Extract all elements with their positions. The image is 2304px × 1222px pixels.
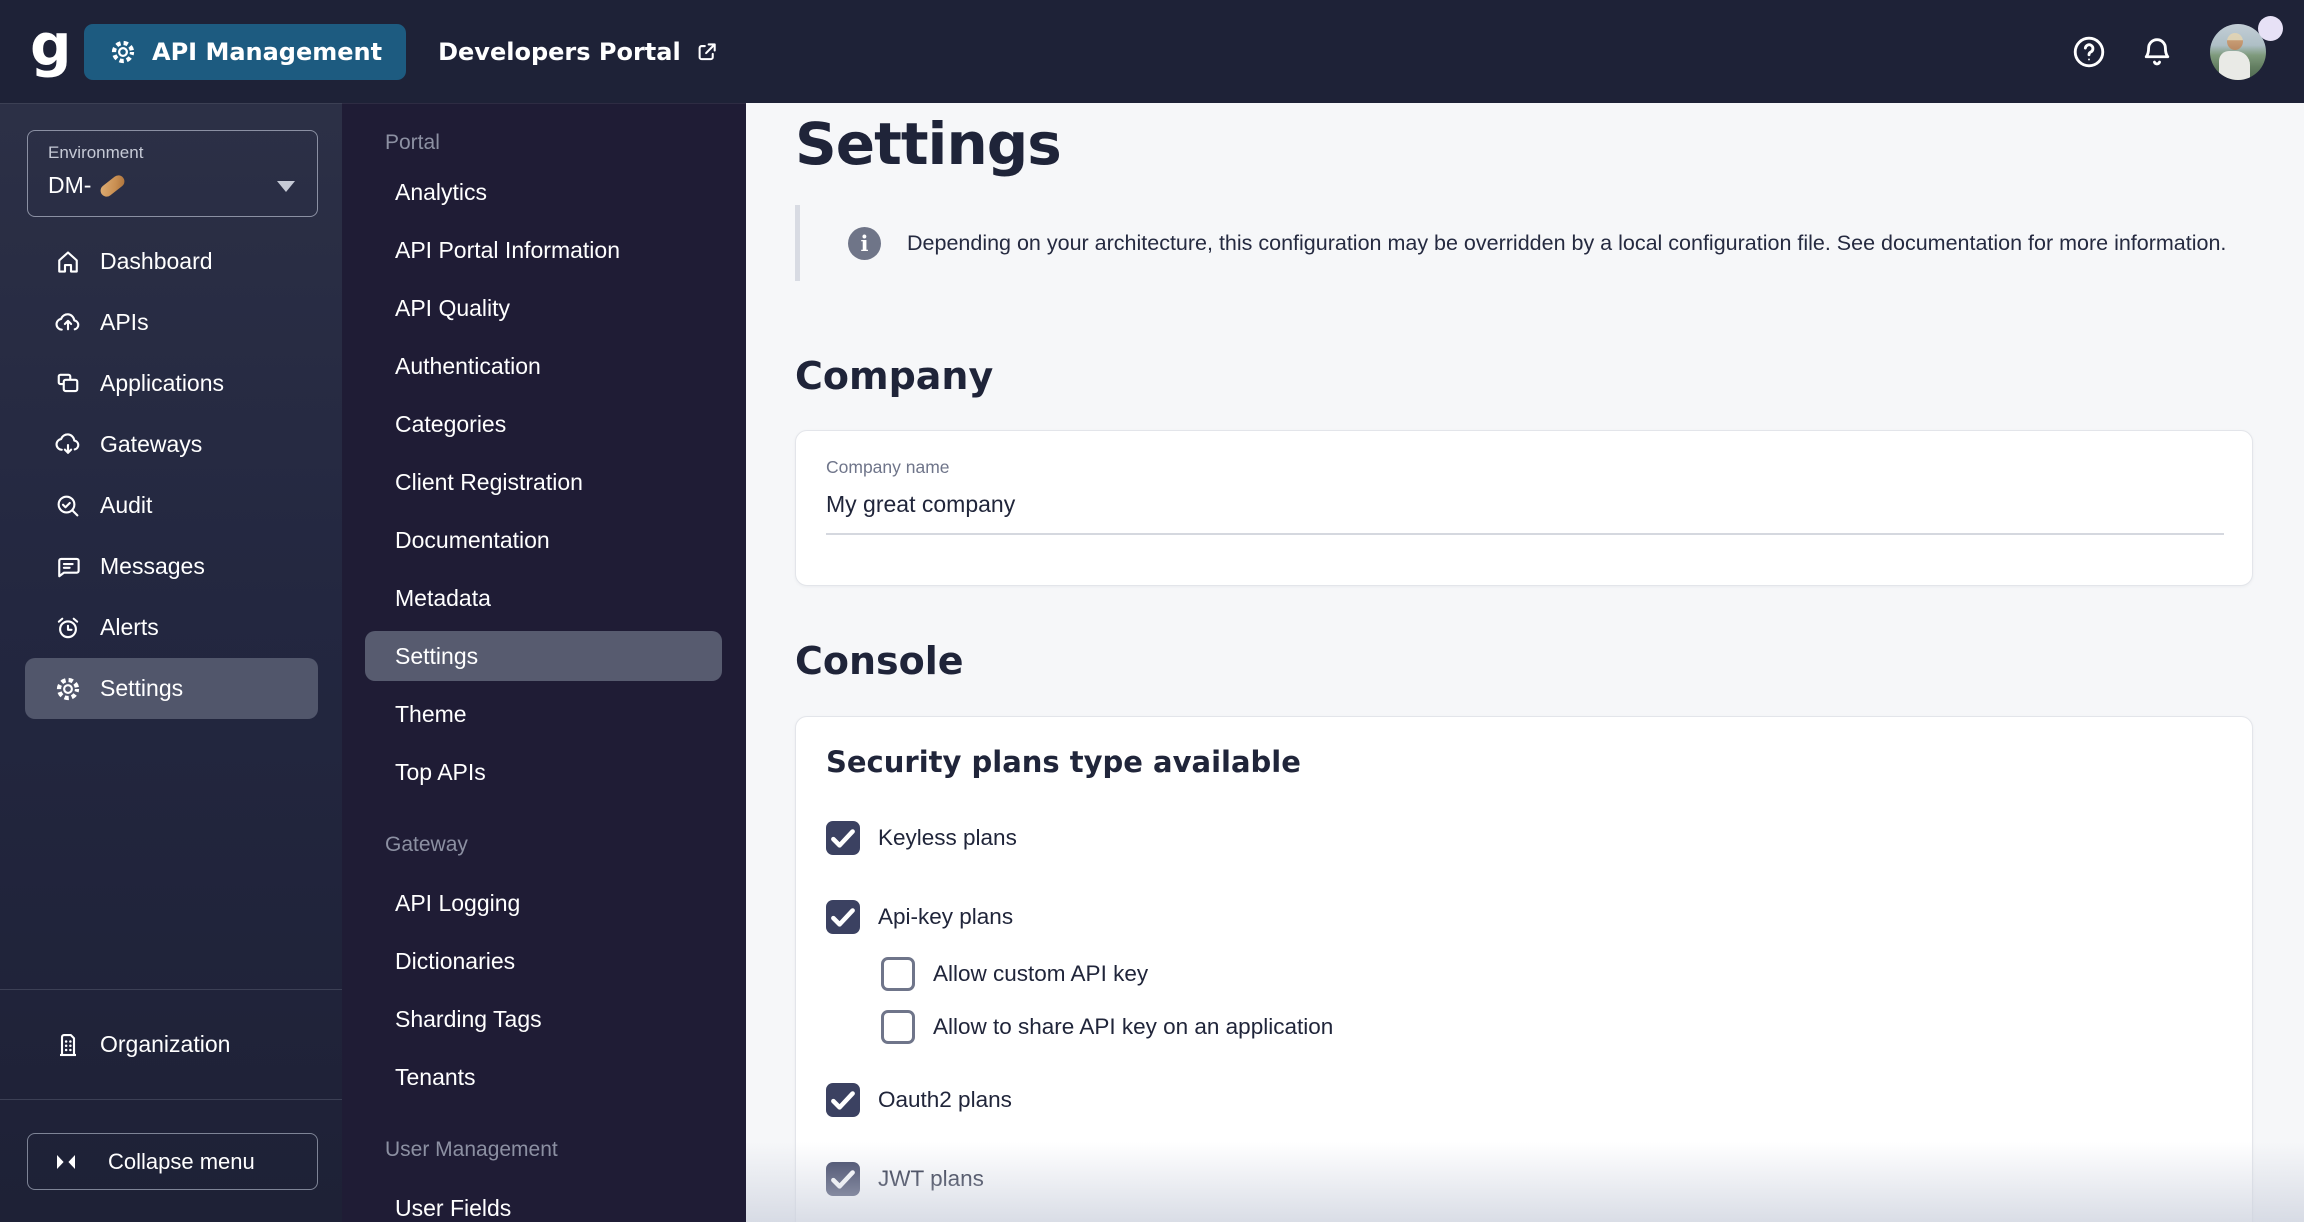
subsidebar-item-api-portal-information[interactable]: API Portal Information <box>342 221 746 279</box>
subsidebar-item-analytics[interactable]: Analytics <box>342 163 746 221</box>
triangles-inward-icon <box>54 1152 84 1172</box>
building-card-icon <box>53 1030 83 1060</box>
developers-portal-label: Developers Portal <box>438 37 681 66</box>
subsidebar-item-categories[interactable]: Categories <box>342 395 746 453</box>
sidebar-item-settings[interactable]: Settings <box>25 658 318 719</box>
subsidebar-item-tenants[interactable]: Tenants <box>342 1048 746 1106</box>
company-card: Company name My great company <box>795 430 2253 586</box>
sidebar-item-gateways[interactable]: Gateways <box>25 414 318 475</box>
info-banner-text: Depending on your architecture, this con… <box>907 230 2227 255</box>
subsidebar-section-title-user-management: User Management <box>385 1138 558 1161</box>
api-management-label: API Management <box>152 37 383 66</box>
plan-row-allow-to-share-api-key-on-an-application: Allow to share API key on an application <box>881 1010 2222 1044</box>
plan-label: Oauth2 plans <box>878 1087 1012 1112</box>
topbar: g API Management Developers Portal <box>0 0 2304 103</box>
plan-row-jwt-plans: JWT plans <box>826 1162 2222 1196</box>
cloud-upload-icon <box>53 308 83 338</box>
page-title: Settings <box>795 110 1062 178</box>
cloud-download-icon <box>53 430 83 460</box>
plan-row-api-key-plans: Api-key plans <box>826 900 2222 934</box>
checkbox-allow-to-share-api-key-on-an-application[interactable] <box>881 1010 915 1044</box>
search-check-icon <box>53 491 83 521</box>
subsidebar-section-title-portal: Portal <box>385 131 440 154</box>
divider <box>0 1099 342 1100</box>
presence-badge <box>2258 15 2283 41</box>
console-card: Security plans type available Keyless pl… <box>795 716 2253 1222</box>
checkbox-jwt-plans[interactable] <box>826 1162 860 1196</box>
sidebar-item-apis[interactable]: APIs <box>25 292 318 353</box>
subsidebar-item-top-apis[interactable]: Top APIs <box>342 743 746 801</box>
subsidebar-item-api-quality[interactable]: API Quality <box>342 279 746 337</box>
plan-label: Keyless plans <box>878 825 1017 850</box>
api-management-button[interactable]: API Management <box>84 23 407 80</box>
security-plans-list: Keyless plans Api-key plans Allow custom A… <box>826 821 2222 1196</box>
subsidebar-item-metadata[interactable]: Metadata <box>342 569 746 627</box>
plan-row-oauth2-plans: Oauth2 plans <box>826 1083 2222 1117</box>
sidebar-item-audit[interactable]: Audit <box>25 475 318 536</box>
home-icon <box>53 247 83 277</box>
sidebar-item-applications[interactable]: Applications <box>25 353 318 414</box>
environment-selector[interactable]: Environment DM- <box>27 130 318 217</box>
subsidebar-item-settings[interactable]: Settings <box>365 631 722 681</box>
checkbox-keyless-plans[interactable] <box>826 821 860 855</box>
info-banner: i Depending on your architecture, this c… <box>795 205 2304 281</box>
settings-page: Settings i Depending on your architectur… <box>746 103 2304 1222</box>
sidebar-menu: Dashboard APIs Applications Gateways Aud… <box>0 231 342 719</box>
primary-sidebar: Environment DM- Dashboard APIs Applicati <box>0 103 342 1222</box>
gear-icon <box>108 37 138 67</box>
gravitee-logo-icon: g <box>30 10 72 79</box>
subsidebar-item-authentication[interactable]: Authentication <box>342 337 746 395</box>
sidebar-item-alerts[interactable]: Alerts <box>25 597 318 658</box>
environment-value: DM- <box>48 172 297 199</box>
subsidebar-item-documentation[interactable]: Documentation <box>342 511 746 569</box>
baguette-emoji <box>98 172 128 199</box>
plan-label: Api-key plans <box>878 904 1014 929</box>
checkbox-api-key-plans[interactable] <box>826 900 860 934</box>
sidebar-footer: Organization Collapse menu <box>0 989 342 1222</box>
body-row: Environment DM- Dashboard APIs Applicati <box>0 103 2304 1222</box>
gear-icon <box>53 674 83 704</box>
plan-label: Allow to share API key on an application <box>933 1014 1334 1039</box>
external-link-icon <box>694 39 724 65</box>
security-plans-title: Security plans type available <box>826 745 1301 779</box>
plan-label: Allow custom API key <box>933 961 1149 986</box>
plan-row-allow-custom-api-key: Allow custom API key <box>881 957 2222 991</box>
sidebar-item-messages[interactable]: Messages <box>25 536 318 597</box>
company-section-title: Company <box>795 354 994 398</box>
sidebar-item-dashboard[interactable]: Dashboard <box>25 231 318 292</box>
subsidebar-item-dictionaries[interactable]: Dictionaries <box>342 932 746 990</box>
topbar-actions <box>2070 15 2304 80</box>
plan-label: JWT plans <box>878 1166 984 1191</box>
checkbox-oauth2-plans[interactable] <box>826 1083 860 1117</box>
subsidebar-item-sharding-tags[interactable]: Sharding Tags <box>342 990 746 1048</box>
app-window: g API Management Developers Portal Envir… <box>0 0 2304 1222</box>
plan-row-keyless-plans: Keyless plans <box>826 821 2222 855</box>
company-name-input[interactable]: My great company <box>826 491 2224 535</box>
subsidebar-item-user-fields[interactable]: User Fields <box>342 1179 746 1222</box>
copy-windows-icon <box>53 369 83 399</box>
subsidebar-item-client-registration[interactable]: Client Registration <box>342 453 746 511</box>
sidebar-item-organization[interactable]: Organization <box>0 990 342 1099</box>
secondary-sidebar: Portal Analytics API Portal Information API… <box>342 103 746 1222</box>
chevron-down-icon <box>277 181 295 192</box>
subsidebar-item-theme[interactable]: Theme <box>342 685 746 743</box>
notifications-icon[interactable] <box>2138 33 2176 71</box>
user-menu <box>2210 15 2283 80</box>
console-section-title: Console <box>795 639 964 683</box>
help-icon[interactable] <box>2070 33 2108 71</box>
checkbox-allow-custom-api-key[interactable] <box>881 957 915 991</box>
chat-bubble-icon <box>53 552 83 582</box>
environment-label: Environment <box>48 143 144 162</box>
company-name-label: Company name <box>826 457 950 477</box>
subsidebar-item-api-logging[interactable]: API Logging <box>342 874 746 932</box>
alarm-clock-icon <box>53 613 83 643</box>
collapse-menu-button[interactable]: Collapse menu <box>27 1133 318 1190</box>
info-icon: i <box>848 226 881 260</box>
developers-portal-link[interactable]: Developers Portal <box>438 38 724 66</box>
subsidebar-section-title-gateway: Gateway <box>385 833 468 856</box>
